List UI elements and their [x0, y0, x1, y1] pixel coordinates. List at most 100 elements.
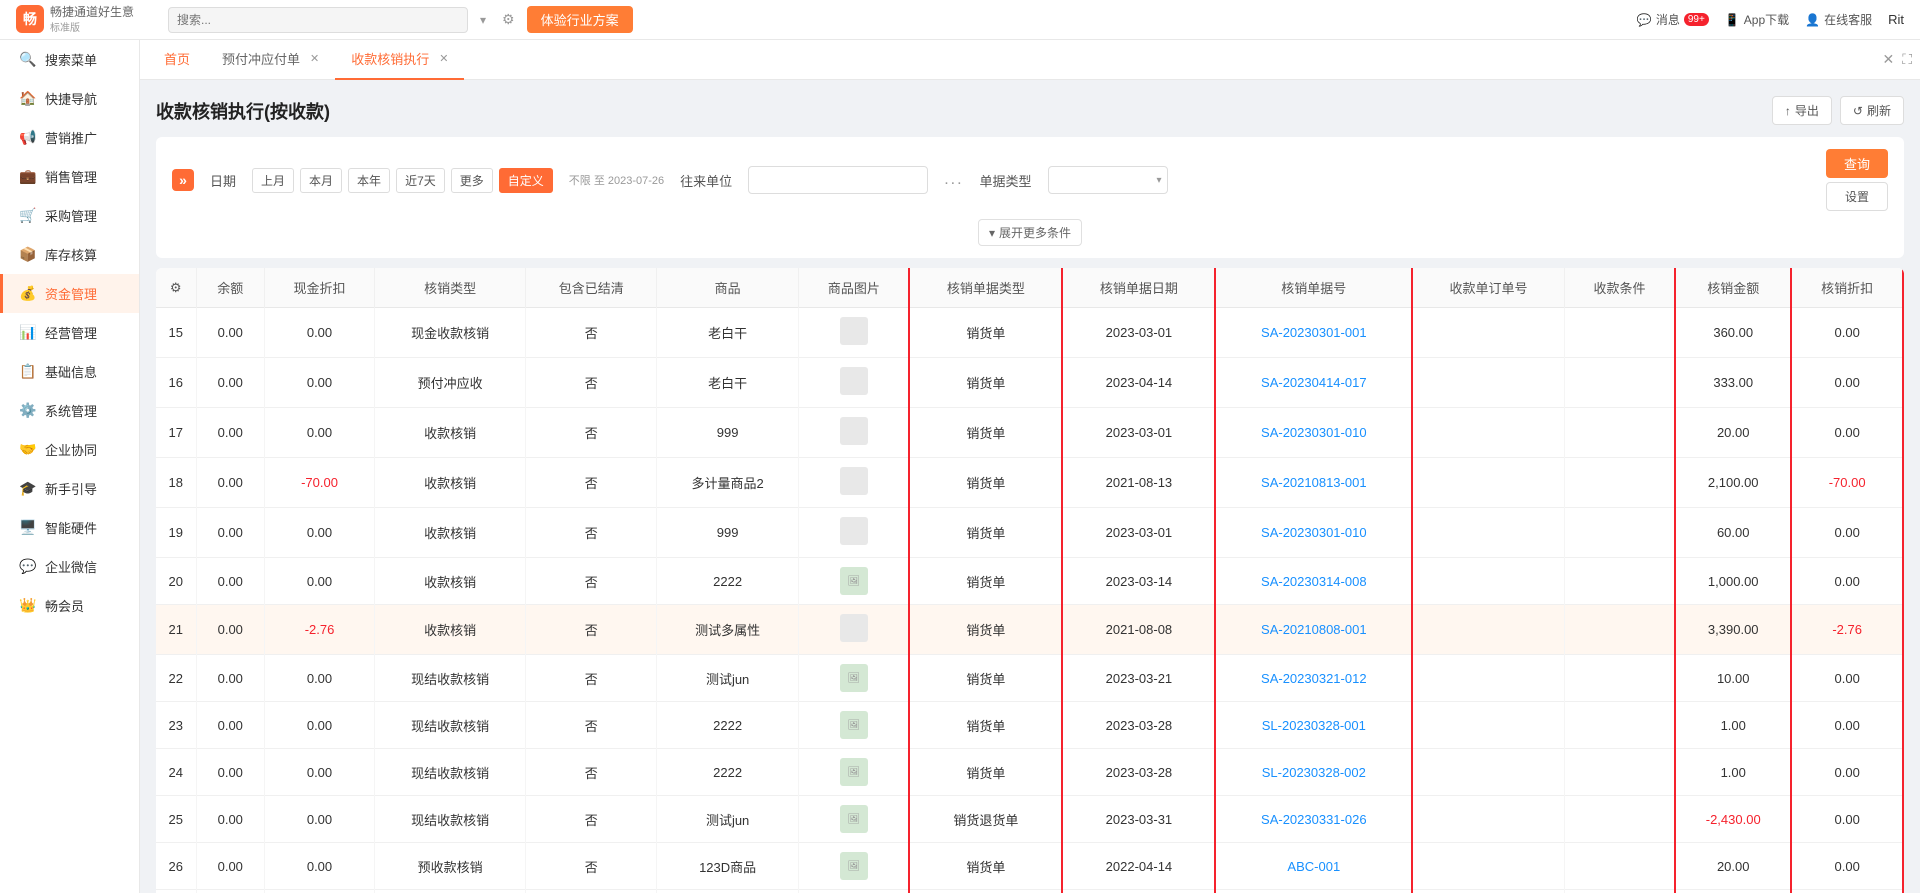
tab-receipt-offset-close[interactable]: ✕ — [439, 52, 448, 65]
td-doc-date: 2023-03-01 — [1062, 308, 1215, 358]
td-offset-amount: 60.00 — [1675, 508, 1791, 558]
last-month-btn[interactable]: 上月 — [252, 168, 294, 193]
sidebar-item-sales[interactable]: 💼 销售管理 — [0, 157, 139, 196]
product-image-thumb: 🖼 — [840, 758, 868, 786]
more-btn[interactable]: 更多 — [451, 168, 493, 193]
main-area: 首页 预付冲应付单 ✕ 收款核销执行 ✕ ✕ ⛶ 收款核销执行(按收款) — [140, 40, 1920, 893]
search-input[interactable] — [168, 7, 468, 33]
messages-badge: 99+ — [1684, 13, 1709, 26]
table-row: 19 0.00 0.00 收款核销 否 999 销货单 2023-03-01 S… — [156, 508, 1903, 558]
tab-prepay-close[interactable]: ✕ — [310, 52, 319, 65]
td-offset-amount: 10.00 — [1675, 655, 1791, 702]
settings-icon[interactable]: ⚙ — [502, 11, 515, 28]
td-product-image: 🖼 — [799, 796, 910, 843]
td-doc-date: 2022-04-14 — [1062, 843, 1215, 890]
sidebar-item-inventory[interactable]: 📦 库存核算 — [0, 235, 139, 274]
td-product-image: 🖼 — [799, 843, 910, 890]
sidebar-item-purchase[interactable]: 🛒 采购管理 — [0, 196, 139, 235]
export-btn[interactable]: ↑ 导出 — [1772, 96, 1832, 125]
sidebar-item-marketing[interactable]: 📢 营销推广 — [0, 118, 139, 157]
single-type-select[interactable] — [1048, 166, 1168, 194]
sidebar-item-business[interactable]: 📊 经营管理 — [0, 313, 139, 352]
td-offset-type: 现结收款核销 — [374, 749, 525, 796]
sidebar-item-wechat[interactable]: 💬 企业微信 — [0, 547, 139, 586]
td-doc-type: 销货单 — [909, 458, 1062, 508]
search-dropdown-icon[interactable]: ▾ — [480, 13, 486, 27]
td-offset-type: 现结收款核销 — [374, 655, 525, 702]
td-doc-type: 销货单 — [909, 408, 1062, 458]
product-image-thumb: 🖼 — [840, 852, 868, 880]
doc-no-link[interactable]: SA-20230414-017 — [1261, 375, 1367, 390]
doc-no-link[interactable]: SA-20230321-012 — [1261, 671, 1367, 686]
doc-no-link[interactable]: SA-20230301-010 — [1261, 525, 1367, 540]
tab-expand-icon[interactable]: ⛶ — [1902, 51, 1912, 68]
sidebar-item-beginner[interactable]: 🎓 新手引导 — [0, 469, 139, 508]
page-content: 收款核销执行(按收款) ↑ 导出 ↺ 刷新 » 日期 — [140, 80, 1920, 893]
filter-expand-btn[interactable]: » — [172, 169, 194, 191]
sidebar-item-hardware[interactable]: 🖥️ 智能硬件 — [0, 508, 139, 547]
tab-prepay[interactable]: 预付冲应付单 ✕ — [206, 40, 335, 80]
sidebar-item-cooperation[interactable]: 🤝 企业协同 — [0, 430, 139, 469]
th-offset-type: 核销类型 — [374, 268, 525, 308]
td-product: 测试多属性 — [657, 605, 799, 655]
td-offset-discount: 0.00 — [1791, 358, 1903, 408]
th-settings[interactable]: ⚙ — [156, 268, 196, 308]
app-icon: 📱 — [1725, 13, 1740, 27]
td-offset-amount: 3,390.00 — [1675, 605, 1791, 655]
td-doc-type: 销货单 — [909, 890, 1062, 893]
from-unit-input[interactable] — [748, 166, 928, 194]
industry-solution-btn[interactable]: 体验行业方案 — [527, 6, 633, 33]
sidebar-item-basic[interactable]: 📋 基础信息 — [0, 352, 139, 391]
td-order-no — [1412, 843, 1564, 890]
td-offset-amount: 333.00 — [1675, 358, 1791, 408]
sidebar-item-label: 搜索菜单 — [45, 50, 97, 69]
td-offset-type: 收款核销 — [374, 508, 525, 558]
td-balance: 0.00 — [196, 605, 265, 655]
refresh-btn[interactable]: ↺ 刷新 — [1840, 96, 1904, 125]
sidebar-item-finance[interactable]: 💰 资金管理 — [0, 274, 139, 313]
doc-no-link[interactable]: SA-20230331-026 — [1261, 812, 1367, 827]
td-cash-discount: 0.00 — [265, 796, 375, 843]
top-bar-actions: 💬 消息 99+ 📱 App下载 👤 在线客服 Rit — [1637, 11, 1904, 28]
td-doc-date: 2023-03-31 — [1062, 796, 1215, 843]
td-offset-type: 预付冲应收 — [374, 358, 525, 408]
expand-more-conditions-btn[interactable]: ▾ 展开更多条件 — [978, 219, 1082, 246]
app-download-btn[interactable]: 📱 App下载 — [1725, 11, 1789, 28]
doc-no-link[interactable]: SA-20210808-001 — [1261, 622, 1367, 637]
td-offset-discount: 0.00 — [1791, 843, 1903, 890]
product-image-thumb — [840, 467, 868, 495]
tab-close-all-icon[interactable]: ✕ — [1882, 51, 1894, 68]
doc-no-link[interactable]: SA-20230301-001 — [1261, 325, 1367, 340]
custom-date-btn[interactable]: 自定义 — [499, 168, 553, 193]
filter-settings-btn[interactable]: 设置 — [1826, 182, 1888, 211]
doc-no-link[interactable]: SA-20230314-008 — [1261, 574, 1367, 589]
sidebar-item-quick-nav[interactable]: 🏠 快捷导航 — [0, 79, 139, 118]
sidebar-item-label: 营销推广 — [45, 128, 97, 147]
messages-btn[interactable]: 💬 消息 99+ — [1637, 11, 1709, 28]
td-order-no — [1412, 890, 1564, 893]
doc-no-link[interactable]: SA-20210813-001 — [1261, 475, 1367, 490]
td-offset-type: 收款核销 — [374, 558, 525, 605]
doc-no-link[interactable]: SL-20230328-001 — [1262, 718, 1366, 733]
this-month-btn[interactable]: 本月 — [300, 168, 342, 193]
doc-no-link[interactable]: SA-20230301-010 — [1261, 425, 1367, 440]
query-btn[interactable]: 查询 — [1826, 149, 1888, 178]
doc-no-link[interactable]: SL-20230328-002 — [1262, 765, 1366, 780]
this-year-btn[interactable]: 本年 — [348, 168, 390, 193]
sidebar-item-member[interactable]: 👑 畅会员 — [0, 586, 139, 625]
td-cash-discount: 0.00 — [265, 655, 375, 702]
tab-receipt-offset[interactable]: 收款核销执行 ✕ — [335, 40, 464, 80]
td-product: 999 — [657, 408, 799, 458]
th-balance: 余额 — [196, 268, 265, 308]
last7-btn[interactable]: 近7天 — [396, 168, 445, 193]
sidebar-item-system[interactable]: ⚙️ 系统管理 — [0, 391, 139, 430]
sidebar-item-search-menu[interactable]: 🔍 搜索菜单 — [0, 40, 139, 79]
filter-bar: » 日期 上月 本月 本年 近7天 更多 自定义 不限 至 2023-07-26… — [156, 137, 1904, 258]
td-offset-amount: 20.00 — [1675, 408, 1791, 458]
brand-logo: 畅 — [16, 5, 44, 33]
tab-home[interactable]: 首页 — [148, 40, 206, 80]
online-service-btn[interactable]: 👤 在线客服 — [1805, 11, 1872, 28]
td-offset-discount: 0.00 — [1791, 655, 1903, 702]
td-doc-date: 2023-03-21 — [1062, 655, 1215, 702]
doc-no-link[interactable]: ABC-001 — [1287, 859, 1340, 874]
